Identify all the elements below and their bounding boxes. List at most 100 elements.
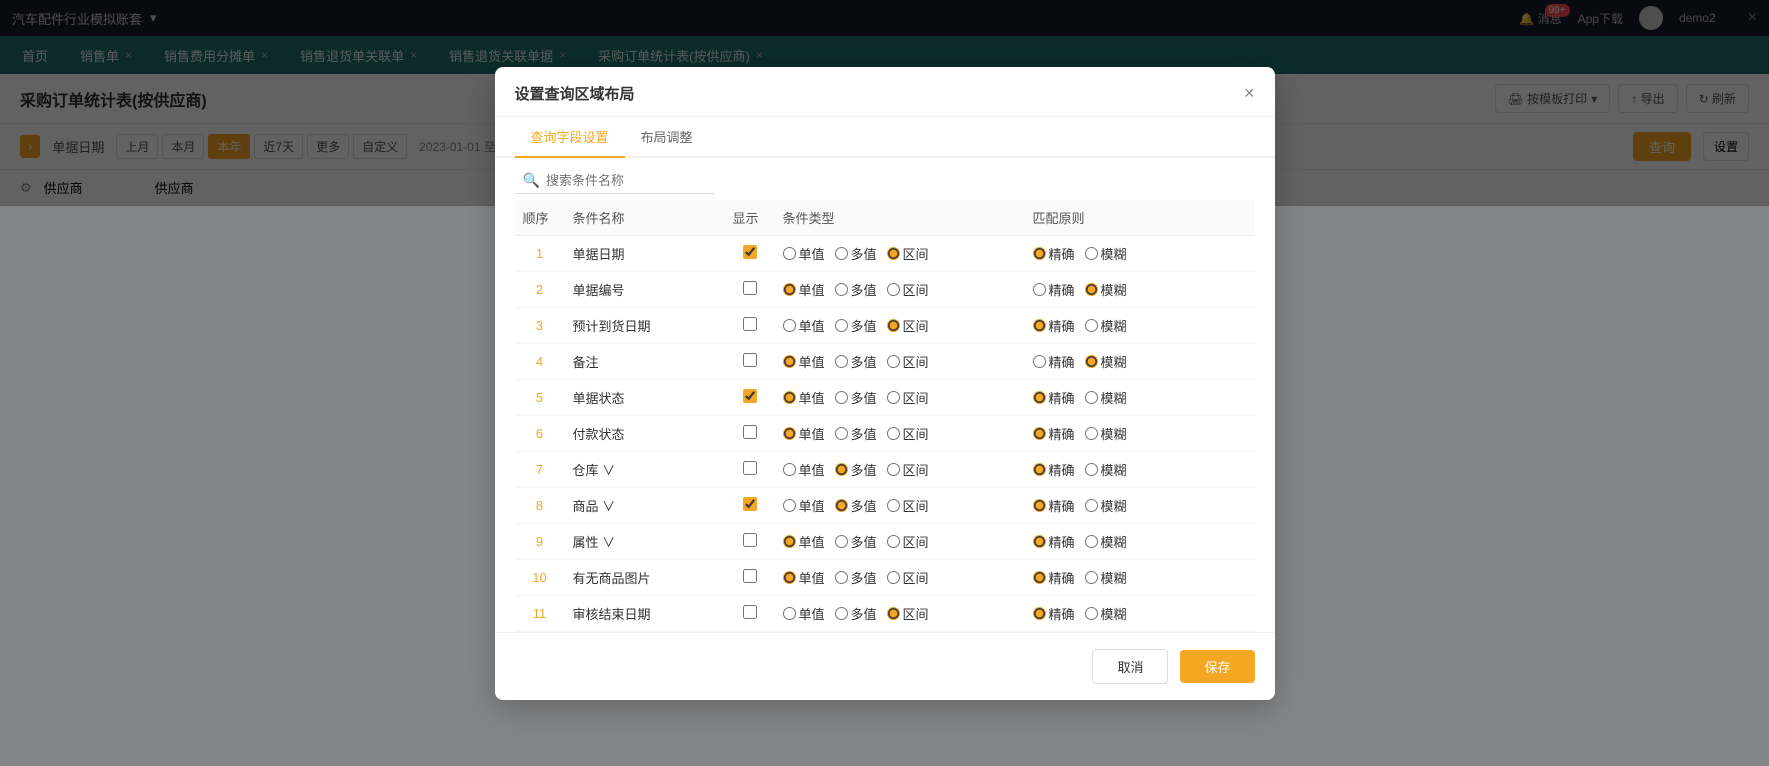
row-type: 单值多值区间	[775, 379, 1025, 415]
modal-overlay: 设置查询区域布局 × 查询字段设置 布局调整 🔍 顺序	[0, 0, 1769, 766]
display-checkbox[interactable]	[743, 281, 757, 295]
type-radio-多值[interactable]	[835, 427, 848, 440]
display-checkbox[interactable]	[743, 353, 757, 367]
type-radio-单值[interactable]	[783, 571, 796, 584]
dialog-tab-fields[interactable]: 查询字段设置	[515, 117, 625, 158]
row-match: 精确模糊	[1025, 595, 1255, 631]
match-radio-模糊[interactable]	[1085, 427, 1098, 440]
match-radio-精确[interactable]	[1033, 355, 1046, 368]
type-radio-区间[interactable]	[887, 463, 900, 476]
type-radio-单值[interactable]	[783, 463, 796, 476]
table-row: 10有无商品图片单值多值区间精确模糊	[515, 559, 1255, 595]
type-radio-区间[interactable]	[887, 427, 900, 440]
match-radio-模糊[interactable]	[1085, 355, 1098, 368]
type-radio-多值[interactable]	[835, 247, 848, 260]
type-radio-单值[interactable]	[783, 247, 796, 260]
display-checkbox[interactable]	[743, 605, 757, 619]
type-radio-区间[interactable]	[887, 247, 900, 260]
type-radio-单值[interactable]	[783, 319, 796, 332]
type-radio-多值[interactable]	[835, 607, 848, 620]
table-row: 1单据日期单值多值区间精确模糊	[515, 235, 1255, 271]
type-radio-多值[interactable]	[835, 355, 848, 368]
type-radio-多值[interactable]	[835, 499, 848, 512]
display-checkbox[interactable]	[743, 245, 757, 259]
type-radio-多值[interactable]	[835, 319, 848, 332]
dialog-tab-layout[interactable]: 布局调整	[625, 117, 709, 158]
match-radio-模糊[interactable]	[1085, 571, 1098, 584]
col-header-type: 条件类型	[775, 200, 1025, 236]
row-name: 商品 ∨	[565, 487, 725, 523]
row-type: 单值多值区间	[775, 595, 1025, 631]
match-radio-精确[interactable]	[1033, 607, 1046, 620]
type-radio-单值[interactable]	[783, 607, 796, 620]
row-type: 单值多值区间	[775, 343, 1025, 379]
display-checkbox[interactable]	[743, 533, 757, 547]
row-match: 精确模糊	[1025, 307, 1255, 343]
row-type: 单值多值区间	[775, 451, 1025, 487]
match-radio-模糊[interactable]	[1085, 283, 1098, 296]
dialog-header: 设置查询区域布局 ×	[495, 67, 1275, 117]
type-radio-多值[interactable]	[835, 283, 848, 296]
match-radio-精确[interactable]	[1033, 319, 1046, 332]
match-radio-精确[interactable]	[1033, 427, 1046, 440]
type-radio-区间[interactable]	[887, 571, 900, 584]
match-radio-模糊[interactable]	[1085, 499, 1098, 512]
type-radio-单值[interactable]	[783, 499, 796, 512]
display-checkbox[interactable]	[743, 497, 757, 511]
type-radio-区间[interactable]	[887, 535, 900, 548]
dialog-table: 顺序 条件名称 显示 条件类型 匹配原则 1单据日期单值多值区间精确模糊2单据编…	[495, 200, 1275, 632]
dialog-close-button[interactable]: ×	[1244, 84, 1255, 102]
type-radio-区间[interactable]	[887, 355, 900, 368]
match-radio-精确[interactable]	[1033, 571, 1046, 584]
match-radio-模糊[interactable]	[1085, 463, 1098, 476]
match-radio-模糊[interactable]	[1085, 535, 1098, 548]
match-radio-精确[interactable]	[1033, 283, 1046, 296]
row-display	[725, 559, 775, 595]
type-radio-区间[interactable]	[887, 319, 900, 332]
col-header-order: 顺序	[515, 200, 565, 236]
type-radio-区间[interactable]	[887, 607, 900, 620]
type-radio-区间[interactable]	[887, 283, 900, 296]
row-display	[725, 523, 775, 559]
row-display	[725, 379, 775, 415]
type-radio-区间[interactable]	[887, 499, 900, 512]
type-radio-区间[interactable]	[887, 391, 900, 404]
row-match: 精确模糊	[1025, 487, 1255, 523]
row-type: 单值多值区间	[775, 487, 1025, 523]
display-checkbox[interactable]	[743, 461, 757, 475]
row-name: 单据状态	[565, 379, 725, 415]
type-radio-单值[interactable]	[783, 355, 796, 368]
row-display	[725, 343, 775, 379]
display-checkbox[interactable]	[743, 317, 757, 331]
type-radio-多值[interactable]	[835, 571, 848, 584]
type-radio-单值[interactable]	[783, 391, 796, 404]
row-name: 单据日期	[565, 235, 725, 271]
match-radio-模糊[interactable]	[1085, 607, 1098, 620]
match-radio-精确[interactable]	[1033, 247, 1046, 260]
match-radio-模糊[interactable]	[1085, 247, 1098, 260]
match-radio-模糊[interactable]	[1085, 319, 1098, 332]
display-checkbox[interactable]	[743, 569, 757, 583]
match-radio-精确[interactable]	[1033, 391, 1046, 404]
row-order: 4	[515, 343, 565, 379]
type-radio-多值[interactable]	[835, 391, 848, 404]
match-radio-精确[interactable]	[1033, 535, 1046, 548]
conditions-table: 顺序 条件名称 显示 条件类型 匹配原则 1单据日期单值多值区间精确模糊2单据编…	[515, 200, 1255, 632]
type-radio-单值[interactable]	[783, 535, 796, 548]
display-checkbox[interactable]	[743, 389, 757, 403]
search-input[interactable]	[546, 173, 706, 188]
row-name: 审核结束日期	[565, 595, 725, 631]
type-radio-多值[interactable]	[835, 535, 848, 548]
dialog-title: 设置查询区域布局	[515, 83, 635, 104]
cancel-button[interactable]: 取消	[1092, 649, 1168, 684]
row-order: 2	[515, 271, 565, 307]
match-radio-精确[interactable]	[1033, 463, 1046, 476]
type-radio-单值[interactable]	[783, 427, 796, 440]
type-radio-多值[interactable]	[835, 463, 848, 476]
display-checkbox[interactable]	[743, 425, 757, 439]
match-radio-模糊[interactable]	[1085, 391, 1098, 404]
match-radio-精确[interactable]	[1033, 499, 1046, 512]
save-button[interactable]: 保存	[1180, 650, 1254, 683]
type-radio-单值[interactable]	[783, 283, 796, 296]
table-row: 4备注单值多值区间精确模糊	[515, 343, 1255, 379]
